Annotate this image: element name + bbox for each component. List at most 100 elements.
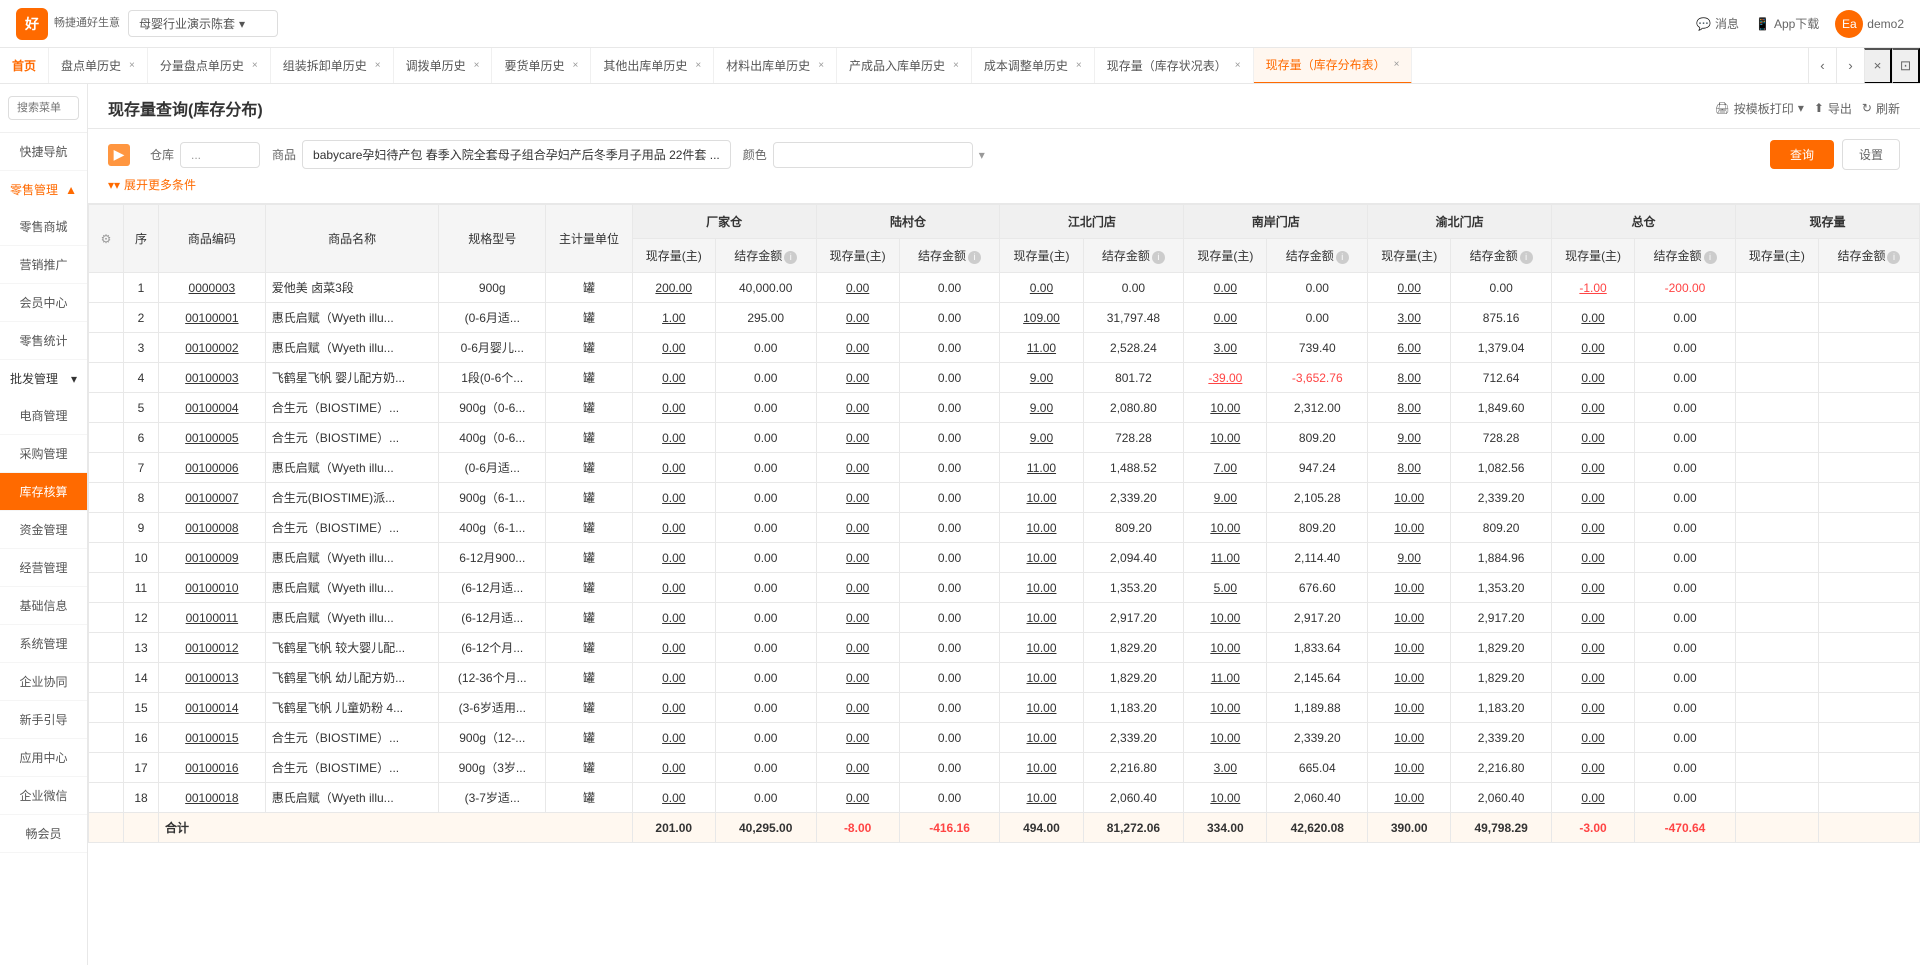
row-factory-qty[interactable]: 0.00 (632, 543, 715, 573)
row-factory-qty[interactable]: 0.00 (632, 453, 715, 483)
row-jiangbei-qty[interactable]: 10.00 (1000, 633, 1083, 663)
row-settings[interactable] (89, 273, 124, 303)
row-total-qty[interactable]: 0.00 (1552, 543, 1635, 573)
sidebar-item-guide[interactable]: 新手引导 (0, 701, 87, 739)
row-total-qty[interactable]: 0.00 (1552, 513, 1635, 543)
row-code[interactable]: 00100002 (159, 333, 266, 363)
row-settings[interactable] (89, 663, 124, 693)
row-jiangbei-qty[interactable]: 11.00 (1000, 333, 1083, 363)
tab-material-out-history[interactable]: 材料出库单历史 × (714, 48, 837, 84)
row-nangan-qty[interactable]: 5.00 (1184, 573, 1267, 603)
row-kundun-qty[interactable]: 0.00 (816, 783, 899, 813)
tab-fraction-history[interactable]: 分量盘点单历史 × (148, 48, 271, 84)
row-settings[interactable] (89, 333, 124, 363)
row-kundun-qty[interactable]: 0.00 (816, 603, 899, 633)
sidebar-item-basic-info[interactable]: 基础信息 (0, 587, 87, 625)
sidebar-item-purchase[interactable]: 采购管理 (0, 435, 87, 473)
row-kundun-qty[interactable]: 0.00 (816, 723, 899, 753)
row-kundun-qty[interactable]: 0.00 (816, 693, 899, 723)
row-settings[interactable] (89, 753, 124, 783)
row-nangan-qty[interactable]: 10.00 (1184, 423, 1267, 453)
row-code[interactable]: 00100012 (159, 633, 266, 663)
expand-arrow-button[interactable]: ▶ (108, 144, 130, 166)
row-nangan-qty[interactable]: 3.00 (1184, 753, 1267, 783)
row-nangan-qty[interactable]: 11.00 (1184, 543, 1267, 573)
refresh-button[interactable]: ↻ 刷新 (1862, 100, 1900, 117)
row-total-qty[interactable]: 0.00 (1552, 723, 1635, 753)
row-yubei-qty[interactable]: 10.00 (1368, 483, 1451, 513)
row-jiangbei-qty[interactable]: 10.00 (1000, 603, 1083, 633)
row-nangan-qty[interactable]: 10.00 (1184, 693, 1267, 723)
sidebar-item-enterprise-wechat[interactable]: 企业微信 (0, 777, 87, 815)
row-factory-qty[interactable]: 0.00 (632, 513, 715, 543)
color-input[interactable] (773, 142, 973, 168)
row-jiangbei-qty[interactable]: 10.00 (1000, 723, 1083, 753)
row-nangan-qty[interactable]: 10.00 (1184, 723, 1267, 753)
row-jiangbei-qty[interactable]: 10.00 (1000, 753, 1083, 783)
tab-home[interactable]: 首页 (0, 48, 49, 84)
row-yubei-qty[interactable]: 10.00 (1368, 663, 1451, 693)
sidebar-item-inventory[interactable]: 库存核算 (0, 473, 87, 511)
info-icon[interactable]: i (784, 251, 797, 264)
row-code[interactable]: 00100001 (159, 303, 266, 333)
row-settings[interactable] (89, 453, 124, 483)
settings-column-header[interactable]: ⚙ (89, 205, 124, 273)
row-code[interactable]: 00100008 (159, 513, 266, 543)
tab-transfer-history[interactable]: 调拨单历史 × (394, 48, 493, 84)
row-kundun-qty[interactable]: 0.00 (816, 303, 899, 333)
tab-requisition-history[interactable]: 要货单历史 × (492, 48, 591, 84)
nav-expand-button[interactable]: ⊡ (1892, 48, 1920, 84)
row-code[interactable]: 00100007 (159, 483, 266, 513)
setting-button[interactable]: 设置 (1842, 139, 1900, 170)
query-button[interactable]: 查询 (1770, 140, 1834, 169)
row-nangan-qty[interactable]: -39.00 (1184, 363, 1267, 393)
sidebar-item-enterprise-collab[interactable]: 企业协同 (0, 663, 87, 701)
sidebar-item-retail-stats[interactable]: 零售统计 (0, 322, 87, 360)
row-jiangbei-qty[interactable]: 10.00 (1000, 663, 1083, 693)
nav-next-button[interactable]: › (1836, 48, 1864, 84)
sidebar-item-members[interactable]: 畅会员 (0, 815, 87, 853)
row-jiangbei-qty[interactable]: 10.00 (1000, 783, 1083, 813)
close-icon[interactable]: × (252, 60, 258, 71)
row-settings[interactable] (89, 543, 124, 573)
row-code[interactable]: 00100005 (159, 423, 266, 453)
nav-close-all-button[interactable]: × (1864, 48, 1892, 84)
row-jiangbei-qty[interactable]: 9.00 (1000, 363, 1083, 393)
row-total-qty[interactable]: 0.00 (1552, 603, 1635, 633)
row-settings[interactable] (89, 573, 124, 603)
row-yubei-qty[interactable]: 10.00 (1368, 693, 1451, 723)
row-yubei-qty[interactable]: 10.00 (1368, 723, 1451, 753)
row-yubei-qty[interactable]: 9.00 (1368, 543, 1451, 573)
row-code[interactable]: 00100015 (159, 723, 266, 753)
row-nangan-qty[interactable]: 10.00 (1184, 633, 1267, 663)
row-total-qty[interactable]: 0.00 (1552, 633, 1635, 663)
row-code[interactable]: 00100016 (159, 753, 266, 783)
row-code[interactable]: 00100009 (159, 543, 266, 573)
tab-cost-adjust-history[interactable]: 成本调整单历史 × (972, 48, 1095, 84)
row-factory-qty[interactable]: 0.00 (632, 633, 715, 663)
row-total-qty[interactable]: 0.00 (1552, 483, 1635, 513)
row-yubei-qty[interactable]: 9.00 (1368, 423, 1451, 453)
row-factory-qty[interactable]: 0.00 (632, 603, 715, 633)
search-input[interactable] (8, 96, 79, 120)
info-icon[interactable]: i (1336, 251, 1349, 264)
tab-assembly-history[interactable]: 组装拆卸单历史 × (271, 48, 394, 84)
row-nangan-qty[interactable]: 10.00 (1184, 513, 1267, 543)
close-icon[interactable]: × (818, 60, 824, 71)
row-settings[interactable] (89, 513, 124, 543)
row-yubei-qty[interactable]: 8.00 (1368, 453, 1451, 483)
row-settings[interactable] (89, 633, 124, 663)
row-yubei-qty[interactable]: 8.00 (1368, 363, 1451, 393)
row-total-qty[interactable]: 0.00 (1552, 393, 1635, 423)
row-kundun-qty[interactable]: 0.00 (816, 453, 899, 483)
row-total-qty[interactable]: 0.00 (1552, 753, 1635, 783)
sidebar-item-finance[interactable]: 资金管理 (0, 511, 87, 549)
row-settings[interactable] (89, 723, 124, 753)
tab-inventory-history[interactable]: 盘点单历史 × (49, 48, 148, 84)
row-code[interactable]: 00100006 (159, 453, 266, 483)
row-yubei-qty[interactable]: 10.00 (1368, 633, 1451, 663)
row-yubei-qty[interactable]: 8.00 (1368, 393, 1451, 423)
close-icon[interactable]: × (1235, 60, 1241, 71)
tab-stock-distribution[interactable]: 现存量（库存分布表） × (1254, 48, 1413, 84)
row-kundun-qty[interactable]: 0.00 (816, 633, 899, 663)
